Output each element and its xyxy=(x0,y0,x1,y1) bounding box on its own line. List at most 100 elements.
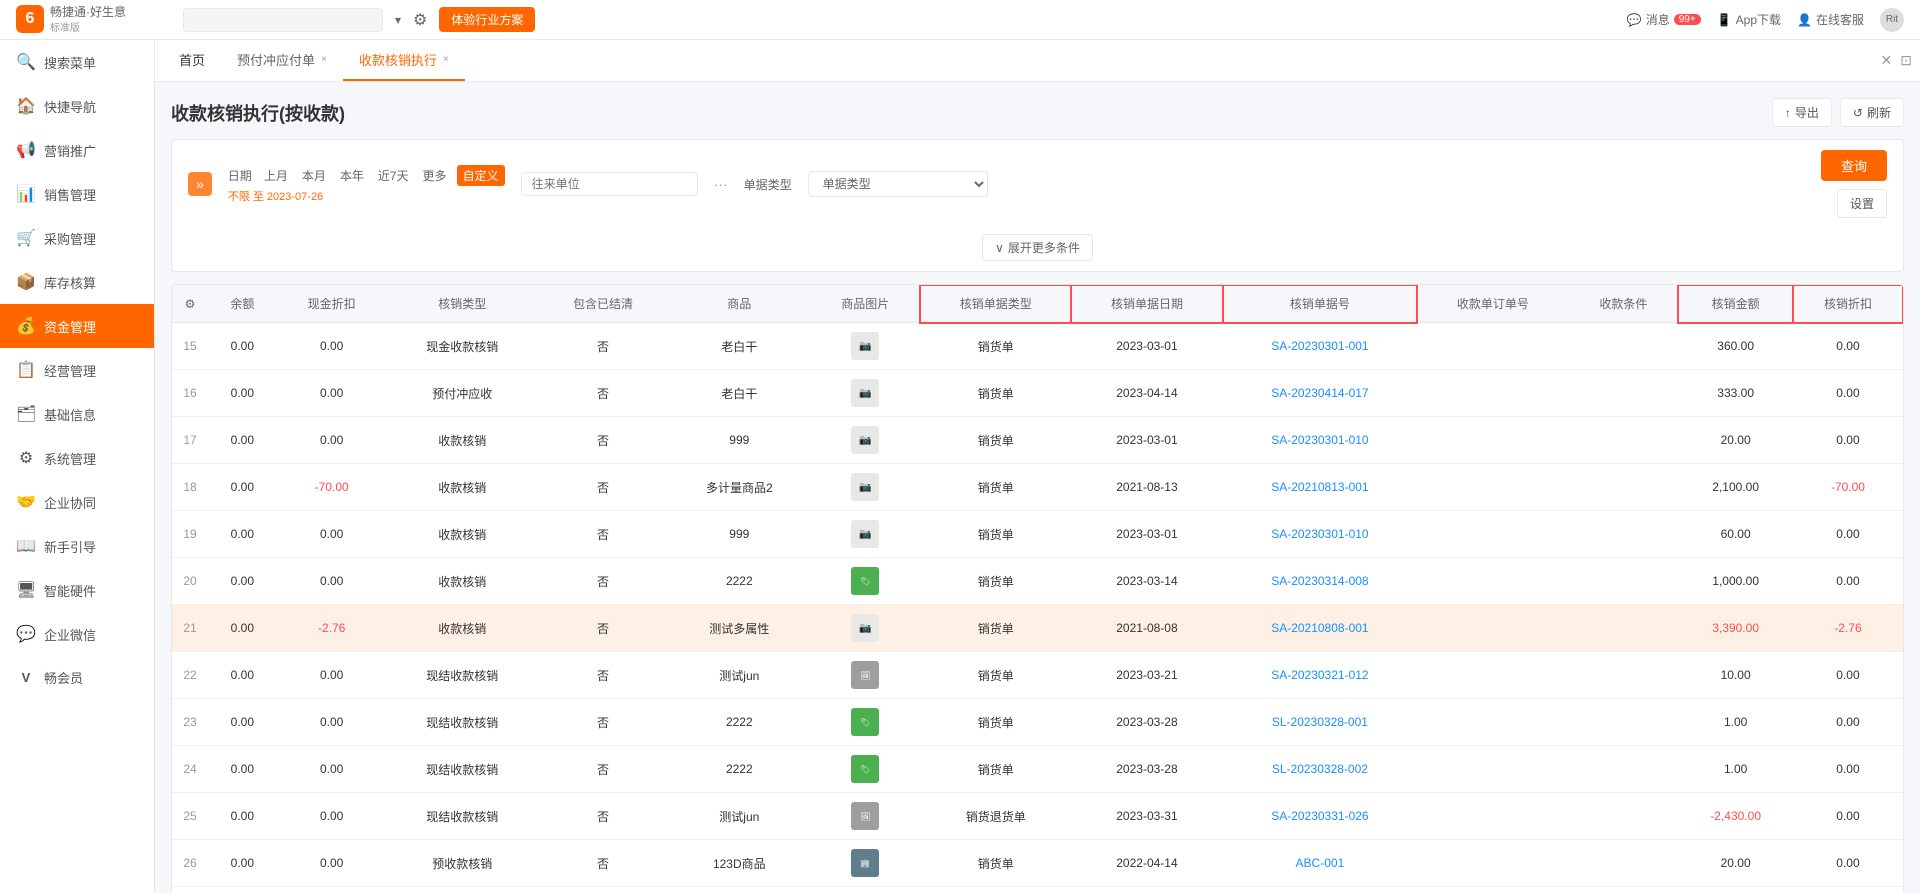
sidebar-item-guide[interactable]: 📖 新手引导 xyxy=(0,524,154,568)
cell-include-closed: 否 xyxy=(538,511,669,558)
sidebar-item-inventory[interactable]: 📦 库存核算 xyxy=(0,260,154,304)
bill-type-select[interactable]: 单据类型 xyxy=(808,171,988,197)
tab-collection[interactable]: 收款核销执行 × xyxy=(343,40,465,81)
cell-cash-discount: 0.00 xyxy=(277,558,387,605)
cell-bill-no[interactable]: SA-20230331-026 xyxy=(1223,793,1418,840)
sidebar-item-enterprise[interactable]: 🤝 企业协同 xyxy=(0,480,154,524)
this-year-link[interactable]: 本年 xyxy=(336,165,368,186)
cell-bill-type: 销货单 xyxy=(920,511,1071,558)
cell-include-closed: 否 xyxy=(538,887,669,893)
last-7-days-link[interactable]: 近7天 xyxy=(374,165,413,186)
cell-cancel-amount: 1.00 xyxy=(1678,746,1793,793)
sidebar-item-search-menu[interactable]: 🔍 搜索菜单 xyxy=(0,40,154,84)
cell-bill-date: 2023-03-31 xyxy=(1071,793,1222,840)
sidebar-item-member[interactable]: V 畅会员 xyxy=(0,656,154,699)
sidebar-item-marketing[interactable]: 📢 营销推广 xyxy=(0,128,154,172)
cell-cancel-type: 预付冲应收 xyxy=(387,370,538,417)
tab-prepay[interactable]: 预付冲应付单 × xyxy=(221,40,343,81)
tab-home[interactable]: 首页 xyxy=(163,40,221,81)
logo-badge: 标准版 xyxy=(50,19,126,34)
th-product-img: 商品图片 xyxy=(810,285,920,323)
cell-row-num: 16 xyxy=(172,370,208,417)
th-bill-no: 核销单据号 xyxy=(1223,285,1418,323)
sidebar-item-hardware[interactable]: 🖥 智能硬件 xyxy=(0,568,154,612)
industry-btn[interactable]: 体验行业方案 xyxy=(439,7,535,32)
user-avatar[interactable]: Rit xyxy=(1880,8,1904,32)
settings-icon[interactable]: ⚙ xyxy=(413,10,427,30)
from-unit-input[interactable] xyxy=(521,172,698,196)
sidebar-item-basic-info[interactable]: 🗂 基础信息 xyxy=(0,392,154,436)
sidebar-item-sales[interactable]: 📊 销售管理 xyxy=(0,172,154,216)
cell-bill-no[interactable]: SL-20230328-001 xyxy=(1223,699,1418,746)
filter-expand-btn[interactable]: » xyxy=(188,172,212,196)
cell-include-closed: 否 xyxy=(538,464,669,511)
cell-receipt-order-no xyxy=(1417,511,1568,558)
hardware-icon: 🖥 xyxy=(16,580,36,600)
top-search-input[interactable] xyxy=(183,8,383,32)
expand-more-label: 展开更多条件 xyxy=(1008,239,1080,256)
cell-cancel-amount: 1.00 xyxy=(1678,699,1793,746)
last-month-link[interactable]: 上月 xyxy=(260,165,292,186)
refresh-btn[interactable]: ↺ 刷新 xyxy=(1840,98,1904,127)
tab-collection-close[interactable]: × xyxy=(443,54,449,65)
th-settings[interactable]: ⚙ xyxy=(172,285,208,323)
cell-bill-no[interactable]: SA-20230301-010 xyxy=(1223,417,1418,464)
cell-bill-date: 2023-04-14 xyxy=(1071,370,1222,417)
cell-bill-no[interactable]: SL-20230328-002 xyxy=(1223,746,1418,793)
cell-cash-discount: -2.76 xyxy=(277,605,387,652)
sidebar-item-purchase[interactable]: 🛒 采购管理 xyxy=(0,216,154,260)
cell-bill-no[interactable]: SA-20230414-017 xyxy=(1223,370,1418,417)
app-download-item[interactable]: 📱 App下载 xyxy=(1717,11,1781,28)
cell-bill-date: 2021-08-13 xyxy=(1071,464,1222,511)
cell-cancel-amount: 10.00 xyxy=(1678,652,1793,699)
cell-bill-type: 销货单 xyxy=(920,652,1071,699)
filter-settings-btn[interactable]: 设置 xyxy=(1837,189,1887,218)
sidebar-item-label: 企业协同 xyxy=(44,493,96,512)
sidebar-item-wechat[interactable]: 💬 企业微信 xyxy=(0,612,154,656)
notification-item[interactable]: 💬 消息 99+ xyxy=(1627,11,1701,28)
table-row: 21 0.00 -2.76 收款核销 否 测试多属性 📷 销货单 2021-08… xyxy=(172,605,1903,652)
cell-cancel-amount: 3,390.00 xyxy=(1678,605,1793,652)
dropdown-arrow[interactable]: ▾ xyxy=(395,13,401,27)
maximize-window-btn[interactable]: ⊡ xyxy=(1900,52,1912,69)
operations-icon: 📋 xyxy=(16,360,36,380)
cell-bill-no[interactable]: SA-20210808-001 xyxy=(1223,605,1418,652)
cell-bill-type: 销货单 xyxy=(920,840,1071,887)
sidebar-item-finance[interactable]: 💰 资金管理 xyxy=(0,304,154,348)
cell-cash-discount: 0.00 xyxy=(277,417,387,464)
cell-cancel-amount: 20.00 xyxy=(1678,840,1793,887)
query-btn[interactable]: 查询 xyxy=(1821,150,1887,181)
online-service-item[interactable]: 👤 在线客服 xyxy=(1797,11,1864,28)
more-link[interactable]: 更多 xyxy=(419,165,451,186)
sidebar-item-label: 新手引导 xyxy=(44,537,96,556)
cell-balance: 0.00 xyxy=(208,370,277,417)
export-btn[interactable]: ↑ 导出 xyxy=(1772,98,1832,127)
th-product: 商品 xyxy=(668,285,810,323)
logo-name: 畅捷通·好生意 xyxy=(50,5,126,19)
cell-include-closed: 否 xyxy=(538,652,669,699)
cell-bill-no[interactable]: SA-20230321-012 xyxy=(1223,652,1418,699)
logo-icon: 6 xyxy=(16,5,44,33)
cell-product: 2222 xyxy=(668,699,810,746)
close-window-btn[interactable]: ✕ xyxy=(1881,52,1893,69)
cell-bill-type: 销货单 xyxy=(920,887,1071,893)
expand-more-btn[interactable]: ∨ 展开更多条件 xyxy=(982,234,1093,261)
cell-cash-discount: 0.00 xyxy=(277,652,387,699)
cell-bill-no[interactable]: ABC-001 xyxy=(1223,840,1418,887)
custom-date-link[interactable]: 自定义 xyxy=(457,165,505,186)
cell-bill-no[interactable]: SL-20230408-001 xyxy=(1223,887,1418,893)
sidebar-item-operations[interactable]: 📋 经营管理 xyxy=(0,348,154,392)
this-month-link[interactable]: 本月 xyxy=(298,165,330,186)
sidebar-item-system[interactable]: ⚙ 系统管理 xyxy=(0,436,154,480)
sidebar-item-label: 库存核算 xyxy=(44,273,96,292)
cell-product: 测试多属性 xyxy=(668,605,810,652)
cell-bill-no[interactable]: SA-20230314-008 xyxy=(1223,558,1418,605)
cell-bill-no[interactable]: SA-20210813-001 xyxy=(1223,464,1418,511)
ellipsis-separator: ··· xyxy=(714,176,728,192)
cell-receipt-order-no xyxy=(1417,605,1568,652)
cell-bill-no[interactable]: SA-20230301-010 xyxy=(1223,511,1418,558)
cell-bill-type: 销货单 xyxy=(920,464,1071,511)
sidebar-item-quick-nav[interactable]: 🏠 快捷导航 xyxy=(0,84,154,128)
tab-prepay-close[interactable]: × xyxy=(321,54,327,65)
cell-bill-no[interactable]: SA-20230301-001 xyxy=(1223,323,1418,370)
